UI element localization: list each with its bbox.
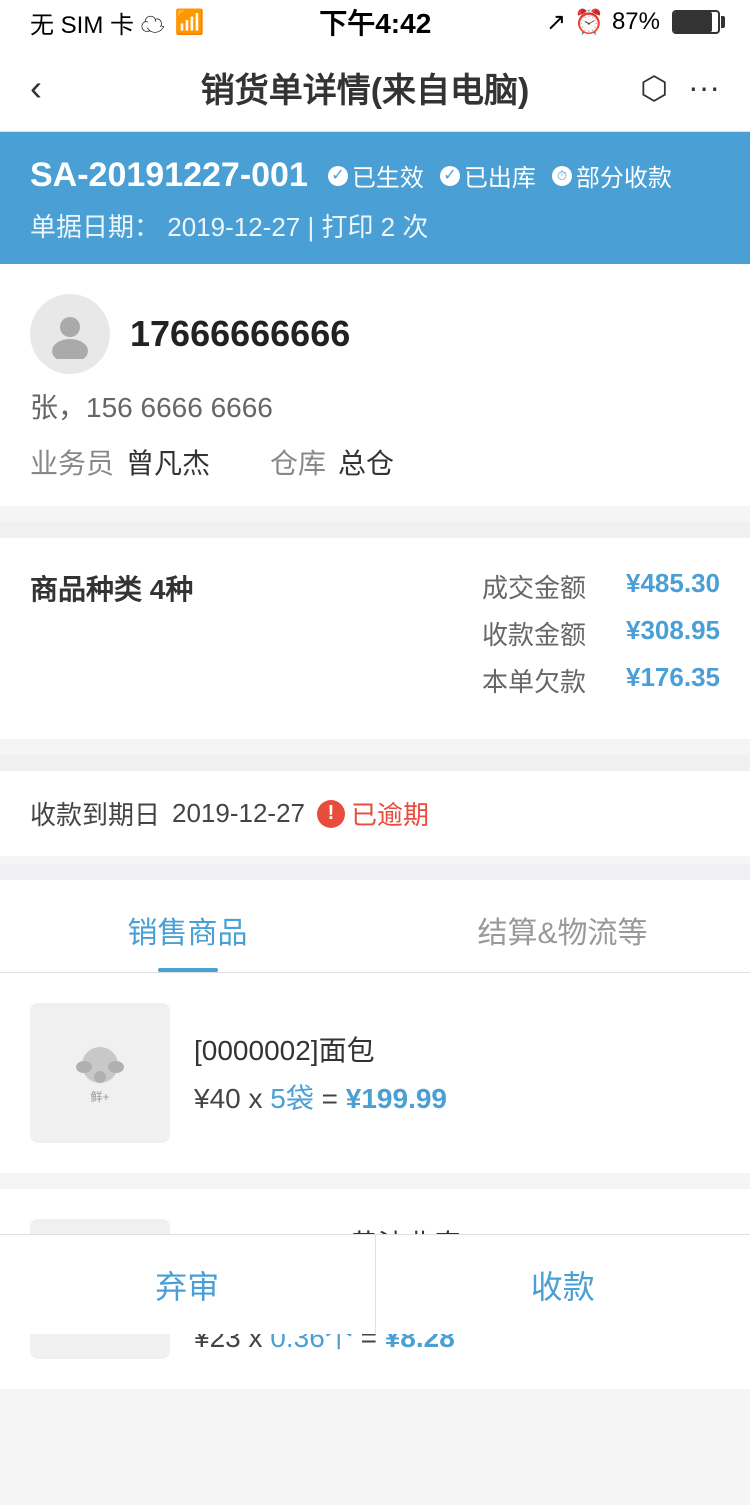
sim-text: 无 SIM 卡 ☁ bbox=[30, 5, 165, 40]
banner-date-info: 单据日期： 2019-12-27 | 打印 2 次 bbox=[30, 207, 720, 244]
tabs-section: 销售商品 结算&物流等 bbox=[0, 880, 750, 973]
amount-row: 成交金额 ¥485.30 bbox=[482, 568, 720, 605]
status-bar: 无 SIM 卡 ☁ 📶 下午4:42 ↗ ⏰ 87% bbox=[0, 0, 750, 44]
due-label: 收款到期日 bbox=[30, 795, 160, 832]
page-title: 销货单详情(来自电脑) bbox=[201, 63, 530, 112]
order-id: SA-20191227-001 bbox=[30, 156, 308, 195]
received-value: ¥308.95 bbox=[626, 615, 720, 652]
tabs: 销售商品 结算&物流等 bbox=[0, 880, 750, 972]
product-name-1: [0000002]面包 bbox=[194, 1029, 720, 1069]
status-partial: ⏱ 部分收款 bbox=[552, 158, 672, 193]
svg-text:鲜+: 鲜+ bbox=[90, 1090, 109, 1104]
separator-3 bbox=[0, 864, 750, 880]
debt-value: ¥176.35 bbox=[626, 662, 720, 699]
tab-settlement[interactable]: 结算&物流等 bbox=[375, 880, 750, 972]
check-icon-1: ✓ bbox=[328, 166, 348, 186]
status-left: 无 SIM 卡 ☁ 📶 bbox=[30, 5, 205, 40]
received-label: 收款金额 bbox=[482, 615, 586, 652]
bottom-bar: 弃审 收款 bbox=[0, 1234, 750, 1334]
location-icon: ↗ bbox=[546, 8, 566, 37]
more-icon[interactable]: ··· bbox=[688, 69, 720, 106]
battery-icon bbox=[672, 10, 720, 34]
status-time: 下午4:42 bbox=[319, 2, 431, 42]
product-info-1: [0000002]面包 ¥40 x 5袋 = ¥199.99 bbox=[194, 1029, 720, 1117]
header-banner: SA-20191227-001 ✓ 已生效 ✓ 已出库 ⏱ 部分收款 单据日期：… bbox=[0, 132, 750, 264]
financial-stats: 成交金额 ¥485.30 收款金额 ¥308.95 本单欠款 ¥176.35 bbox=[482, 568, 720, 709]
confirm-button[interactable]: 收款 bbox=[376, 1235, 750, 1334]
battery-percent: 87% bbox=[612, 8, 660, 36]
overdue-tag: ! 已逾期 bbox=[317, 795, 429, 832]
product-type-label: 商品种类 bbox=[30, 574, 142, 605]
amount-label: 成交金额 bbox=[482, 568, 586, 605]
product-type-count: 4种 bbox=[150, 574, 194, 605]
clock-icon: ⏱ bbox=[552, 166, 572, 186]
salesperson-value: 曾凡杰 bbox=[126, 442, 210, 482]
nav-actions: ⬡ ··· bbox=[640, 69, 720, 107]
back-button[interactable]: ‹ bbox=[30, 67, 90, 109]
wifi-icon: 📶 bbox=[175, 8, 205, 37]
overdue-label: 已逾期 bbox=[351, 795, 429, 832]
stats-section: 商品种类 4种 成交金额 ¥485.30 收款金额 ¥308.95 本单欠款 ¥… bbox=[0, 538, 750, 739]
debt-row: 本单欠款 ¥176.35 bbox=[482, 662, 720, 699]
warehouse-info: 仓库 总仓 bbox=[270, 442, 394, 482]
product-image-1: 鲜+ bbox=[30, 1003, 170, 1143]
warehouse-label: 仓库 bbox=[270, 442, 326, 482]
customer-row: 17666666666 bbox=[30, 294, 720, 374]
separator-1 bbox=[0, 522, 750, 538]
customer-meta: 业务员 曾凡杰 仓库 总仓 bbox=[30, 442, 720, 482]
status-tags: ✓ 已生效 ✓ 已出库 ⏱ 部分收款 bbox=[328, 158, 672, 193]
share-icon[interactable]: ⬡ bbox=[640, 69, 668, 107]
amount-value: ¥485.30 bbox=[626, 568, 720, 605]
overdue-icon: ! bbox=[317, 800, 345, 828]
customer-phone: 17666666666 bbox=[130, 313, 350, 355]
debt-label: 本单欠款 bbox=[482, 662, 586, 699]
customer-section: 17666666666 张，156 6666 6666 业务员 曾凡杰 仓库 总… bbox=[0, 264, 750, 506]
received-row: 收款金额 ¥308.95 bbox=[482, 615, 720, 652]
tab-products[interactable]: 销售商品 bbox=[0, 880, 375, 972]
salesperson-info: 业务员 曾凡杰 bbox=[30, 442, 210, 482]
status-shipped: ✓ 已出库 bbox=[440, 158, 536, 193]
status-right: ↗ ⏰ 87% bbox=[546, 8, 720, 37]
separator-2 bbox=[0, 755, 750, 771]
product-type-info: 商品种类 4种 bbox=[30, 568, 193, 608]
due-section: 收款到期日 2019-12-27 ! 已逾期 bbox=[0, 771, 750, 856]
cancel-button[interactable]: 弃审 bbox=[0, 1235, 376, 1334]
warehouse-value: 总仓 bbox=[338, 442, 394, 482]
nav-bar: ‹ 销货单详情(来自电脑) ⬡ ··· bbox=[0, 44, 750, 132]
alarm-icon: ⏰ bbox=[574, 8, 604, 37]
list-item: 鲜+ [0000002]面包 ¥40 x 5袋 = ¥199.99 bbox=[0, 973, 750, 1173]
customer-sub-info: 张，156 6666 6666 bbox=[30, 386, 720, 426]
status-effective: ✓ 已生效 bbox=[328, 158, 424, 193]
salesperson-label: 业务员 bbox=[30, 442, 114, 482]
due-date: 2019-12-27 bbox=[172, 798, 305, 829]
banner-row1: SA-20191227-001 ✓ 已生效 ✓ 已出库 ⏱ 部分收款 bbox=[30, 156, 720, 195]
product-price-1: ¥40 x 5袋 = ¥199.99 bbox=[194, 1077, 720, 1117]
avatar bbox=[30, 294, 110, 374]
check-icon-2: ✓ bbox=[440, 166, 460, 186]
